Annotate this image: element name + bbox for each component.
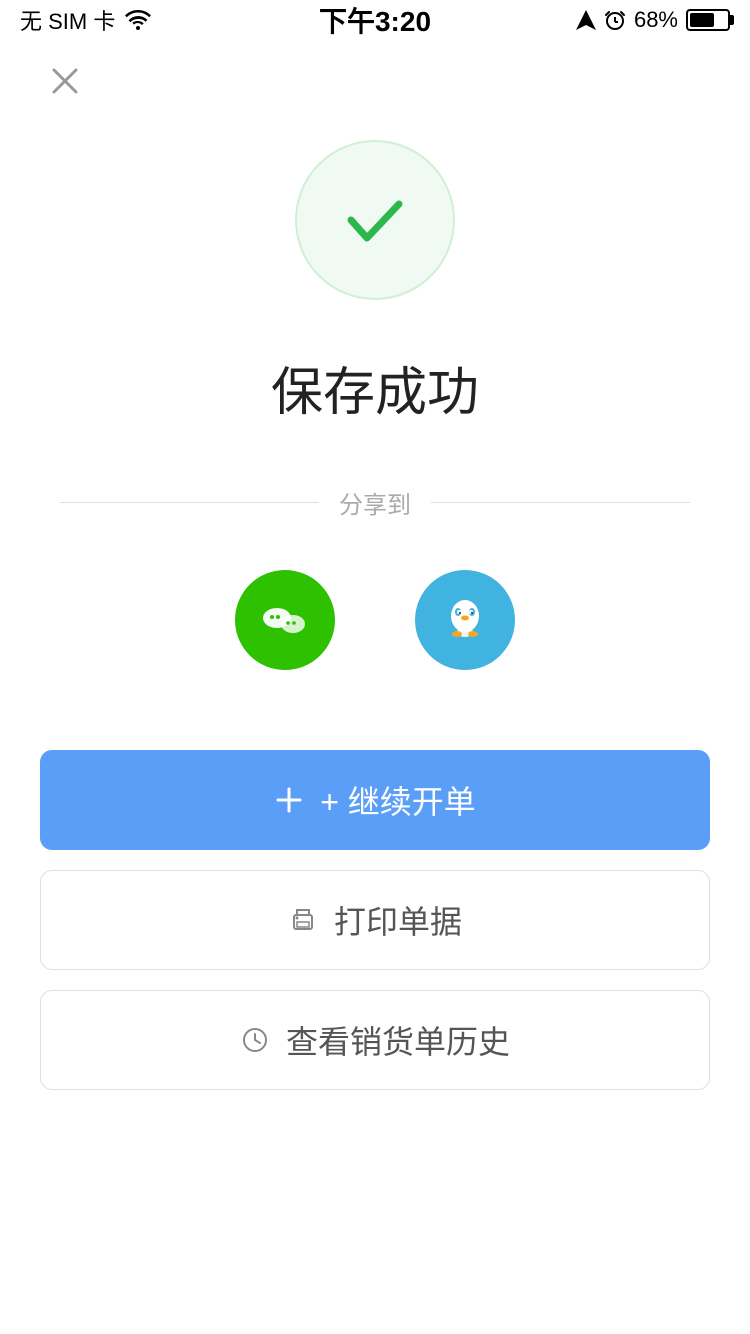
history-icon (240, 1025, 270, 1055)
status-right: 68% (576, 7, 730, 33)
status-left: 无 SIM 卡 (20, 4, 151, 36)
print-label: 打印单据 (334, 897, 462, 943)
qq-icon (435, 590, 495, 650)
success-icon-circle (295, 140, 455, 300)
print-icon (288, 905, 318, 935)
continue-order-button[interactable]: + 继续开单 (40, 750, 710, 850)
no-sim-text: 无 SIM 卡 (20, 4, 115, 36)
qq-share-button[interactable] (415, 570, 515, 670)
divider-line-left (60, 502, 319, 503)
wechat-share-button[interactable] (235, 570, 335, 670)
history-label: 查看销货单历史 (286, 1017, 510, 1063)
divider-line-right (431, 502, 690, 503)
wechat-icon (255, 590, 315, 650)
status-bar: 无 SIM 卡 下午3:20 68% (0, 0, 750, 40)
location-icon (576, 10, 596, 30)
view-history-button[interactable]: 查看销货单历史 (40, 990, 710, 1090)
close-button[interactable] (40, 56, 90, 106)
checkmark-icon (335, 180, 415, 260)
status-time: 下午3:20 (319, 0, 431, 40)
battery-percent: 68% (634, 7, 678, 33)
print-button[interactable]: 打印单据 (40, 870, 710, 970)
battery-icon (686, 9, 730, 31)
continue-order-label: + 继续开单 (320, 777, 476, 823)
success-title: 保存成功 (271, 350, 479, 425)
share-divider: 分享到 (0, 485, 750, 520)
share-label: 分享到 (319, 485, 431, 520)
share-icons-row (235, 570, 515, 670)
alarm-icon (604, 9, 626, 31)
action-buttons: + 继续开单 打印单据 查看销货单历史 (0, 750, 750, 1090)
plus-icon (274, 785, 304, 815)
wifi-icon (125, 10, 151, 30)
main-content: 保存成功 分享到 (0, 40, 750, 1090)
